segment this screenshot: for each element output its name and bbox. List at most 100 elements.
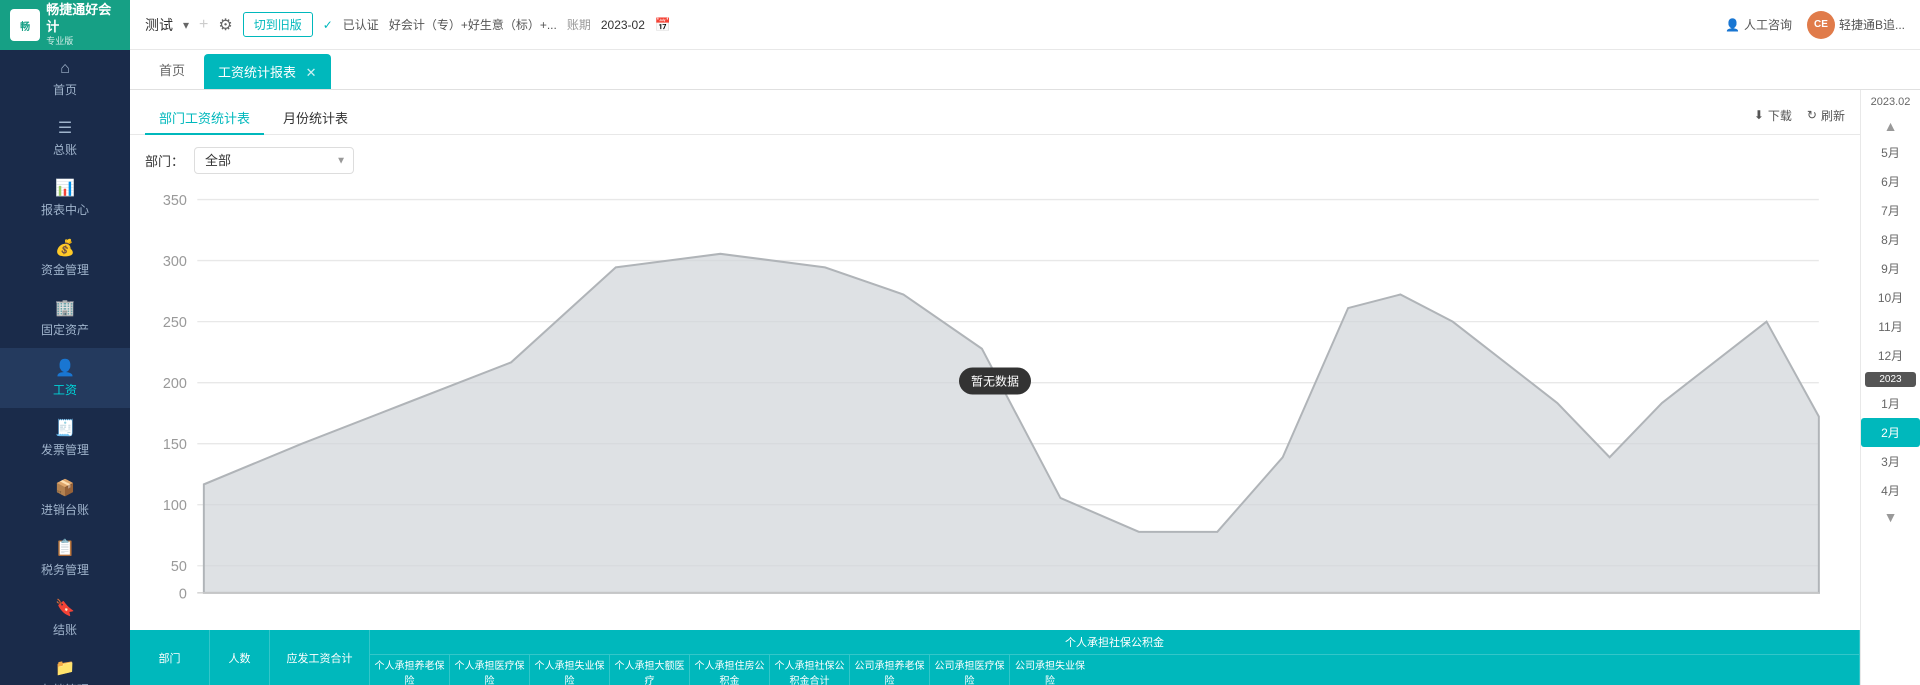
dept-select[interactable]: 全部 <box>194 147 354 174</box>
sidebar-item-stock[interactable]: 📦 进销台账 <box>0 468 130 528</box>
month-2-active[interactable]: 2月 <box>1861 418 1920 447</box>
download-btn[interactable]: ⬇ 下载 <box>1754 107 1792 124</box>
month-3[interactable]: 3月 <box>1861 447 1920 476</box>
sidebar-item-label: 资金管理 <box>41 261 89 278</box>
col-personal-housing-fund: 个人承担住房公积金 <box>690 655 770 685</box>
current-year-label[interactable]: 2023.02 <box>1861 90 1920 114</box>
sidebar-item-reports[interactable]: 📊 报表中心 <box>0 168 130 228</box>
home-icon: ⌂ <box>60 60 70 78</box>
ledger-icon: ☰ <box>58 118 72 138</box>
chart-container: 350 300 250 200 150 100 50 0 <box>145 186 1845 620</box>
main-area: 测试 ▾ + ⚙ 切到旧版 ✓ 已认证 好会计（专）+好生意（标）+... 账期… <box>130 0 1920 685</box>
col-personal-medical: 个人承担医疗保险 <box>450 655 530 685</box>
sidebar-item-label: 总账 <box>53 141 77 158</box>
app-logo: 畅 畅捷通好会计 专业版 <box>0 0 130 50</box>
tax-icon: 📋 <box>55 538 75 558</box>
chart-tooltip: 暂无数据 <box>959 368 1031 395</box>
project-dropdown[interactable]: ▾ <box>183 18 189 32</box>
sidebar-item-invoice[interactable]: 🧾 发票管理 <box>0 408 130 468</box>
assets-icon: 🏢 <box>55 298 75 318</box>
group-label: 个人承担社保公积金 <box>370 630 1859 655</box>
topbar: 测试 ▾ + ⚙ 切到旧版 ✓ 已认证 好会计（专）+好生意（标）+... 账期… <box>130 0 1920 50</box>
col-company-medical: 公司承担医疗保险 <box>930 655 1010 685</box>
month-1[interactable]: 1月 <box>1861 389 1920 418</box>
sidebar-item-checkout[interactable]: 🔖 结账 <box>0 588 130 648</box>
sidebar-item-label: 进销台账 <box>41 501 89 518</box>
tab-home[interactable]: 首页 <box>145 52 199 89</box>
month-6[interactable]: 6月 <box>1861 167 1920 196</box>
sub-tab-bar: 部门工资统计表 月份统计表 ⬇ 下载 ↻ 刷新 <box>130 90 1860 135</box>
logo-text: 畅捷通好会计 专业版 <box>46 2 120 47</box>
svg-text:250: 250 <box>163 315 187 331</box>
sidebar-item-assets[interactable]: 🏢 固定资产 <box>0 288 130 348</box>
tab-salary-report[interactable]: 工资统计报表 ✕ <box>204 54 331 89</box>
download-icon: ⬇ <box>1754 108 1764 122</box>
sidebar-item-label: 固定资产 <box>41 321 89 338</box>
month-11[interactable]: 11月 <box>1861 312 1920 341</box>
nav-up-arrow[interactable]: ▲ <box>1880 114 1902 138</box>
sidebar-item-label: 税务管理 <box>41 561 89 578</box>
topbar-separator: + <box>199 16 208 34</box>
month-8[interactable]: 8月 <box>1861 225 1920 254</box>
col-company-unemployment: 公司承担失业保险 <box>1010 655 1090 685</box>
sidebar-item-ledger[interactable]: ☰ 总账 <box>0 108 130 168</box>
logo-icon: 畅 <box>10 9 40 41</box>
period-value: 2023-02 <box>601 18 645 32</box>
sub-tab-dept[interactable]: 部门工资统计表 <box>145 102 264 135</box>
sub-tab-actions: ⬇ 下载 ↻ 刷新 <box>1754 107 1845 130</box>
sidebar-item-home[interactable]: ⌂ 首页 <box>0 50 130 108</box>
archive-icon: 📁 <box>55 658 75 678</box>
sub-tab-monthly[interactable]: 月份统计表 <box>269 102 362 135</box>
year-2023-label: 2023 <box>1865 372 1916 387</box>
nav-down-arrow[interactable]: ▼ <box>1880 505 1902 529</box>
month-7[interactable]: 7月 <box>1861 196 1920 225</box>
col-personal-total: 个人承担社保公积金合计 <box>770 655 850 685</box>
certified-tag: ✓ <box>323 18 333 32</box>
switch-old-btn[interactable]: 切到旧版 <box>243 12 313 37</box>
inner-content: 部门工资统计表 月份统计表 ⬇ 下载 ↻ 刷新 <box>130 90 1860 685</box>
sidebar-item-tax[interactable]: 📋 税务管理 <box>0 528 130 588</box>
svg-text:300: 300 <box>163 254 187 270</box>
sidebar-item-salary[interactable]: 👤 工资 <box>0 348 130 408</box>
month-12[interactable]: 12月 <box>1861 341 1920 370</box>
service-icon: 👤 <box>1725 18 1740 32</box>
col-group-personal: 个人承担社保公积金 个人承担养老保险 个人承担医疗保险 个人承担失业保险 个人承… <box>370 630 1860 685</box>
date-panel: 2023.02 ▲ 5月 6月 7月 8月 9月 10月 11月 12月 202… <box>1860 90 1920 685</box>
service-btn[interactable]: 👤 人工咨询 <box>1725 16 1792 33</box>
month-5[interactable]: 5月 <box>1861 138 1920 167</box>
settings-gear-icon[interactable]: ⚙ <box>218 15 232 35</box>
project-name: 测试 <box>145 15 173 35</box>
refresh-icon: ↻ <box>1807 108 1817 122</box>
refresh-btn[interactable]: ↻ 刷新 <box>1807 107 1845 124</box>
col-personal-pension: 个人承担养老保险 <box>370 655 450 685</box>
funds-icon: 💰 <box>55 238 75 258</box>
user-menu[interactable]: CE 轻捷通B追... <box>1807 11 1905 39</box>
svg-text:100: 100 <box>163 498 187 514</box>
checkout-icon: 🔖 <box>55 598 75 618</box>
col-company-pension: 公司承担养老保险 <box>850 655 930 685</box>
product-tags: 好会计（专）+好生意（标）+... <box>389 16 557 33</box>
sidebar-item-archive[interactable]: 📁 归档管理 <box>0 648 130 685</box>
sidebar-item-label: 发票管理 <box>41 441 89 458</box>
page-content: 部门工资统计表 月份统计表 ⬇ 下载 ↻ 刷新 <box>130 90 1920 685</box>
sidebar-item-funds[interactable]: 💰 资金管理 <box>0 228 130 288</box>
month-9[interactable]: 9月 <box>1861 254 1920 283</box>
col-personal-large-medical: 个人承担大额医疗 <box>610 655 690 685</box>
month-4[interactable]: 4月 <box>1861 476 1920 505</box>
certified-label: 已认证 <box>343 16 379 33</box>
sidebar: 畅 畅捷通好会计 专业版 ⌂ 首页 ☰ 总账 📊 报表中心 💰 资金管理 🏢 固… <box>0 0 130 685</box>
reports-icon: 📊 <box>55 178 75 198</box>
col-total-salary: 应发工资合计 <box>270 630 370 685</box>
calendar-icon[interactable]: 📅 <box>655 17 671 33</box>
service-label: 人工咨询 <box>1744 16 1792 33</box>
chart-area: 350 300 250 200 150 100 50 0 <box>130 186 1860 630</box>
user-label: 轻捷通B追... <box>1839 16 1905 33</box>
filter-row: 部门： 全部 <box>130 135 1860 186</box>
svg-text:50: 50 <box>171 559 187 575</box>
tab-close-icon[interactable]: ✕ <box>306 65 317 80</box>
month-10[interactable]: 10月 <box>1861 283 1920 312</box>
dept-filter-label: 部门： <box>145 151 184 170</box>
chart-svg: 350 300 250 200 150 100 50 0 <box>145 186 1845 620</box>
svg-text:0: 0 <box>179 586 187 602</box>
svg-text:200: 200 <box>163 376 187 392</box>
